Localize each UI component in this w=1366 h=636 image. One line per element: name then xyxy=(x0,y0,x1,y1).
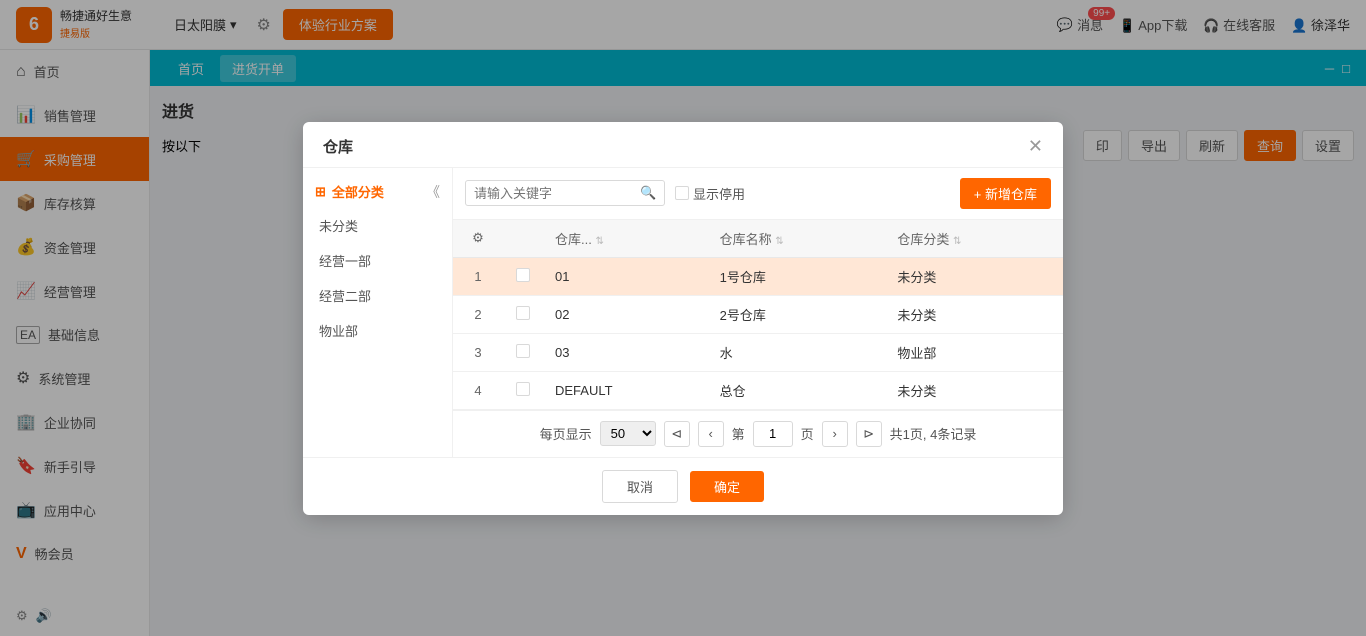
page-suffix: 页 xyxy=(801,424,814,443)
row-index: 1 xyxy=(453,257,503,295)
th-category: 仓库分类 ⇅ xyxy=(885,220,1063,258)
next-page-btn[interactable]: › xyxy=(822,421,848,447)
show-disabled-checkbox[interactable] xyxy=(675,186,689,200)
search-input[interactable] xyxy=(474,186,634,201)
table-header: ⚙ 仓库... ⇅ 仓库名称 ⇅ xyxy=(453,220,1063,258)
collapse-icon[interactable]: 《 xyxy=(426,182,440,202)
row-name: 总仓 xyxy=(708,371,886,409)
row-name: 1号仓库 xyxy=(708,257,886,295)
table-row[interactable]: 4 DEFAULT 总仓 未分类 xyxy=(453,371,1063,409)
row-check[interactable] xyxy=(503,371,543,409)
per-page-select[interactable]: 50 100 200 xyxy=(600,421,656,446)
row-checkbox[interactable] xyxy=(516,382,530,396)
category-item-ops1[interactable]: 经营一部 xyxy=(303,243,452,278)
total-info: 共1页, 4条记录 xyxy=(890,424,977,443)
search-icon: 🔍 xyxy=(640,185,656,201)
row-code: 03 xyxy=(543,333,708,371)
row-code: 02 xyxy=(543,295,708,333)
category-item-unclassified[interactable]: 未分类 xyxy=(303,208,452,243)
gear-icon: ⚙ xyxy=(472,230,484,245)
all-category-label: 全部分类 xyxy=(332,182,384,201)
row-category: 未分类 xyxy=(885,371,1063,409)
category-item-property[interactable]: 物业部 xyxy=(303,313,452,348)
row-category: 物业部 xyxy=(885,333,1063,371)
confirm-button[interactable]: 确定 xyxy=(690,471,764,502)
th-gear[interactable]: ⚙ xyxy=(453,220,503,258)
row-index: 2 xyxy=(453,295,503,333)
sort-icon: ⇅ xyxy=(595,236,603,247)
per-page-label: 每页显示 xyxy=(540,424,592,443)
row-index: 3 xyxy=(453,333,503,371)
row-check[interactable] xyxy=(503,333,543,371)
row-name: 水 xyxy=(708,333,886,371)
add-warehouse-button[interactable]: + 新增仓库 xyxy=(960,178,1051,209)
show-disabled-label: 显示停用 xyxy=(693,184,745,203)
modal-title: 仓库 xyxy=(323,136,353,157)
grid-icon: ⊞ xyxy=(315,184,326,200)
sort-icon3: ⇅ xyxy=(953,236,961,247)
th-name: 仓库名称 ⇅ xyxy=(708,220,886,258)
modal-footer: 取消 确定 xyxy=(303,457,1063,515)
modal-pagination: 每页显示 50 100 200 ⊲ ‹ 第 页 › ⊳ 共1页, 4条记录 xyxy=(453,410,1063,457)
category-panel: ⊞ 全部分类 《 未分类 经营一部 经营二部 物业部 xyxy=(303,168,453,457)
th-check xyxy=(503,220,543,258)
row-code: DEFAULT xyxy=(543,371,708,409)
content-toolbar: 🔍 显示停用 + 新增仓库 xyxy=(453,168,1063,220)
row-checkbox[interactable] xyxy=(516,344,530,358)
table-row[interactable]: 1 01 1号仓库 未分类 xyxy=(453,257,1063,295)
modal-close-button[interactable]: ✕ xyxy=(1028,136,1043,157)
show-disabled-area: 显示停用 xyxy=(675,184,745,203)
row-category: 未分类 xyxy=(885,257,1063,295)
row-name: 2号仓库 xyxy=(708,295,886,333)
category-header: ⊞ 全部分类 《 xyxy=(303,176,452,208)
row-category: 未分类 xyxy=(885,295,1063,333)
page-input[interactable] xyxy=(753,421,793,447)
row-checkbox[interactable] xyxy=(516,306,530,320)
modal-overlay: 仓库 ✕ ⊞ 全部分类 《 未分类 经营一部 经营二部 物业部 xyxy=(0,0,1366,636)
warehouse-table: ⚙ 仓库... ⇅ 仓库名称 ⇅ xyxy=(453,220,1063,410)
first-page-btn[interactable]: ⊲ xyxy=(664,421,690,447)
category-item-ops2[interactable]: 经营二部 xyxy=(303,278,452,313)
cancel-button[interactable]: 取消 xyxy=(602,470,678,503)
modal-body: ⊞ 全部分类 《 未分类 经营一部 经营二部 物业部 🔍 xyxy=(303,168,1063,457)
table-row[interactable]: 3 03 水 物业部 xyxy=(453,333,1063,371)
th-code: 仓库... ⇅ xyxy=(543,220,708,258)
table-body: 1 01 1号仓库 未分类 2 02 2号仓库 xyxy=(453,257,1063,409)
search-box: 🔍 xyxy=(465,180,665,206)
row-check[interactable] xyxy=(503,257,543,295)
row-check[interactable] xyxy=(503,295,543,333)
page-label: 第 xyxy=(732,424,745,443)
sort-icon2: ⇅ xyxy=(775,236,783,247)
prev-page-btn[interactable]: ‹ xyxy=(698,421,724,447)
modal-header: 仓库 ✕ xyxy=(303,122,1063,168)
all-category-item[interactable]: ⊞ 全部分类 xyxy=(315,182,384,201)
row-index: 4 xyxy=(453,371,503,409)
table-row[interactable]: 2 02 2号仓库 未分类 xyxy=(453,295,1063,333)
row-checkbox[interactable] xyxy=(516,268,530,282)
warehouse-modal: 仓库 ✕ ⊞ 全部分类 《 未分类 经营一部 经营二部 物业部 xyxy=(303,122,1063,515)
last-page-btn[interactable]: ⊳ xyxy=(856,421,882,447)
content-panel: 🔍 显示停用 + 新增仓库 ⚙ xyxy=(453,168,1063,457)
row-code: 01 xyxy=(543,257,708,295)
modal-table: ⚙ 仓库... ⇅ 仓库名称 ⇅ xyxy=(453,220,1063,410)
